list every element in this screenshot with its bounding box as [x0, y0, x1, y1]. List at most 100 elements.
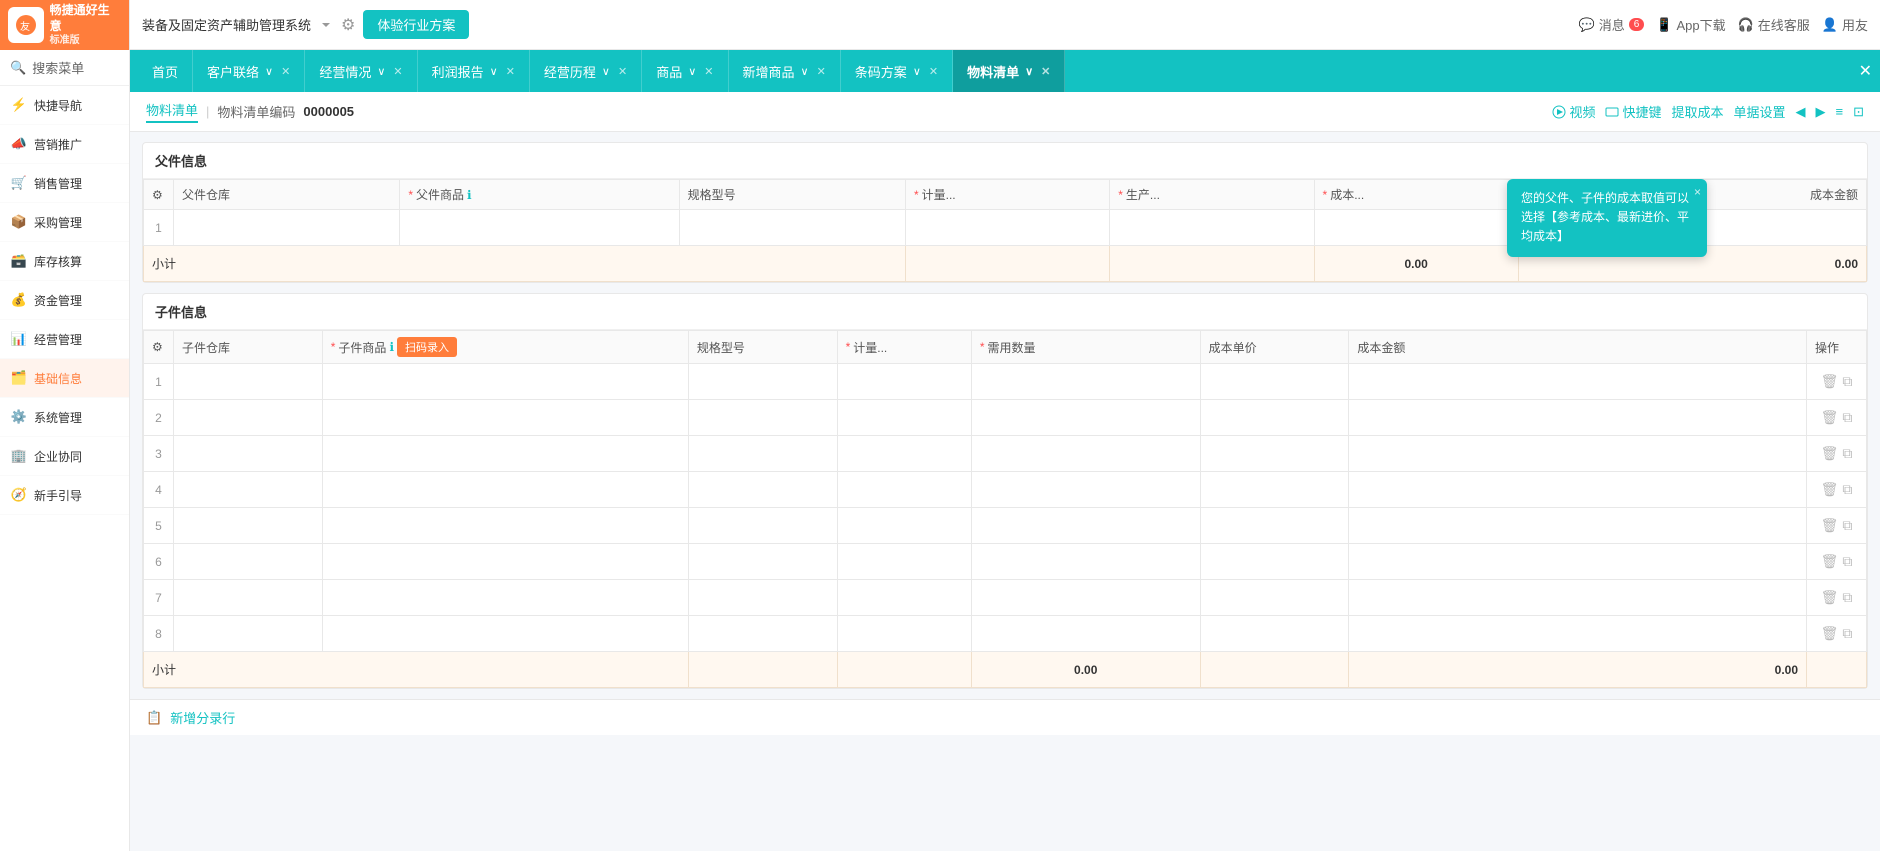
close-icon[interactable]: ✕: [1041, 65, 1050, 78]
tab-operation[interactable]: 经营情况∨✕: [305, 50, 417, 92]
user-item[interactable]: 👤 用友: [1822, 15, 1868, 34]
video-action[interactable]: 视频: [1552, 102, 1595, 121]
tab-barcode[interactable]: 条码方案∨✕: [841, 50, 953, 92]
sidebar-item-enterprise[interactable]: 🏢 企业协同: [0, 437, 129, 476]
menu-btn[interactable]: ≡: [1836, 104, 1844, 119]
child-product-4[interactable]: [322, 472, 688, 508]
sidebar-item-operation[interactable]: 📊 经营管理: [0, 320, 129, 359]
child-product-8[interactable]: [322, 616, 688, 652]
delete-icon[interactable]: 🗑: [1821, 481, 1839, 498]
tab-customer[interactable]: 客户联络∨✕: [193, 50, 305, 92]
sidebar-item-inventory[interactable]: 🗃️ 库存核算: [0, 242, 129, 281]
child-unit-cost-6[interactable]: [1200, 544, 1349, 580]
copy-icon[interactable]: ⧉: [1842, 553, 1852, 570]
parent-cost-cell[interactable]: [1314, 210, 1518, 246]
close-icon[interactable]: ✕: [393, 65, 402, 78]
child-unit-7[interactable]: [837, 580, 971, 616]
child-product-2[interactable]: [322, 400, 688, 436]
child-unit-cost-5[interactable]: [1200, 508, 1349, 544]
child-unit-cost-8[interactable]: [1200, 616, 1349, 652]
delete-icon[interactable]: 🗑: [1821, 445, 1839, 462]
child-amount-8[interactable]: [1349, 616, 1807, 652]
delete-icon[interactable]: 🗑: [1821, 553, 1839, 570]
child-warehouse-3[interactable]: [174, 436, 323, 472]
tab-new-product[interactable]: 新增商品∨✕: [729, 50, 841, 92]
child-amount-4[interactable]: [1349, 472, 1807, 508]
child-product-6[interactable]: [322, 544, 688, 580]
copy-icon[interactable]: ⧉: [1842, 517, 1852, 534]
child-unit-cost-7[interactable]: [1200, 580, 1349, 616]
sidebar-search[interactable]: 🔍 搜索菜单: [0, 50, 129, 86]
child-spec-7[interactable]: [688, 580, 837, 616]
tab-profit[interactable]: 利润报告∨✕: [418, 50, 530, 92]
sidebar-item-basic[interactable]: 🗂️ 基础信息: [0, 359, 129, 398]
child-warehouse-5[interactable]: [174, 508, 323, 544]
child-amount-3[interactable]: [1349, 436, 1807, 472]
child-amount-2[interactable]: [1349, 400, 1807, 436]
close-icon[interactable]: ✕: [929, 65, 938, 78]
child-unit-2[interactable]: [837, 400, 971, 436]
child-unit-cost-4[interactable]: [1200, 472, 1349, 508]
child-unit-cost-2[interactable]: [1200, 400, 1349, 436]
child-unit-cost-3[interactable]: [1200, 436, 1349, 472]
child-qty-2[interactable]: [971, 400, 1200, 436]
next-btn[interactable]: ▶: [1816, 104, 1826, 120]
close-all-tabs[interactable]: ✕: [1859, 61, 1872, 81]
sidebar-item-guide[interactable]: 🧭 新手引导: [0, 476, 129, 515]
copy-icon[interactable]: ⧉: [1842, 625, 1852, 642]
message-item[interactable]: 💬 消息 6: [1579, 15, 1645, 34]
child-unit-cost-1[interactable]: [1200, 364, 1349, 400]
copy-icon[interactable]: ⧉: [1842, 481, 1852, 498]
delete-icon[interactable]: 🗑: [1821, 409, 1839, 426]
child-product-7[interactable]: [322, 580, 688, 616]
child-warehouse-4[interactable]: [174, 472, 323, 508]
child-amount-5[interactable]: [1349, 508, 1807, 544]
close-icon[interactable]: ✕: [618, 65, 627, 78]
child-unit-6[interactable]: [837, 544, 971, 580]
child-unit-3[interactable]: [837, 436, 971, 472]
child-warehouse-8[interactable]: [174, 616, 323, 652]
online-service-item[interactable]: 🎧 在线客服: [1738, 15, 1810, 34]
child-product-1[interactable]: [322, 364, 688, 400]
tab-bom[interactable]: 物料清单∨✕: [953, 50, 1065, 92]
close-icon[interactable]: ✕: [704, 65, 713, 78]
trial-btn[interactable]: 体验行业方案: [363, 10, 469, 39]
child-qty-6[interactable]: [971, 544, 1200, 580]
prev-btn[interactable]: ◀: [1796, 104, 1806, 120]
child-qty-4[interactable]: [971, 472, 1200, 508]
child-qty-3[interactable]: [971, 436, 1200, 472]
sidebar-item-purchase[interactable]: 📦 采购管理: [0, 203, 129, 242]
child-unit-5[interactable]: [837, 508, 971, 544]
tab-product[interactable]: 商品∨✕: [642, 50, 728, 92]
delete-icon[interactable]: 🗑: [1821, 625, 1839, 642]
copy-icon[interactable]: ⧉: [1842, 589, 1852, 606]
tooltip-close-btn[interactable]: ×: [1694, 183, 1701, 202]
child-qty-7[interactable]: [971, 580, 1200, 616]
child-spec-2[interactable]: [688, 400, 837, 436]
child-qty-8[interactable]: [971, 616, 1200, 652]
delete-icon[interactable]: 🗑: [1821, 589, 1839, 606]
delete-icon[interactable]: 🗑: [1821, 517, 1839, 534]
copy-icon[interactable]: ⧉: [1842, 409, 1852, 426]
scan-btn[interactable]: 扫码录入: [397, 337, 457, 357]
parent-product-cell[interactable]: [400, 210, 679, 246]
child-warehouse-2[interactable]: [174, 400, 323, 436]
settings-icon[interactable]: ⚙: [152, 188, 163, 202]
child-spec-8[interactable]: [688, 616, 837, 652]
copy-icon[interactable]: ⧉: [1842, 445, 1852, 462]
child-amount-6[interactable]: [1349, 544, 1807, 580]
child-unit-4[interactable]: [837, 472, 971, 508]
child-warehouse-7[interactable]: [174, 580, 323, 616]
sidebar-item-sales[interactable]: 🛒 销售管理: [0, 164, 129, 203]
close-icon[interactable]: ✕: [817, 65, 826, 78]
close-icon[interactable]: ✕: [281, 65, 290, 78]
extract-cost-action[interactable]: 提取成本: [1671, 102, 1723, 121]
child-amount-1[interactable]: [1349, 364, 1807, 400]
tab-history[interactable]: 经营历程∨✕: [530, 50, 642, 92]
sidebar-item-quick-nav[interactable]: ⚡ 快捷导航: [0, 86, 129, 125]
page-tab-bom[interactable]: 物料清单: [146, 100, 198, 123]
parent-produce-cell[interactable]: [1110, 210, 1314, 246]
parent-spec-cell[interactable]: [679, 210, 905, 246]
child-spec-3[interactable]: [688, 436, 837, 472]
child-amount-7[interactable]: [1349, 580, 1807, 616]
